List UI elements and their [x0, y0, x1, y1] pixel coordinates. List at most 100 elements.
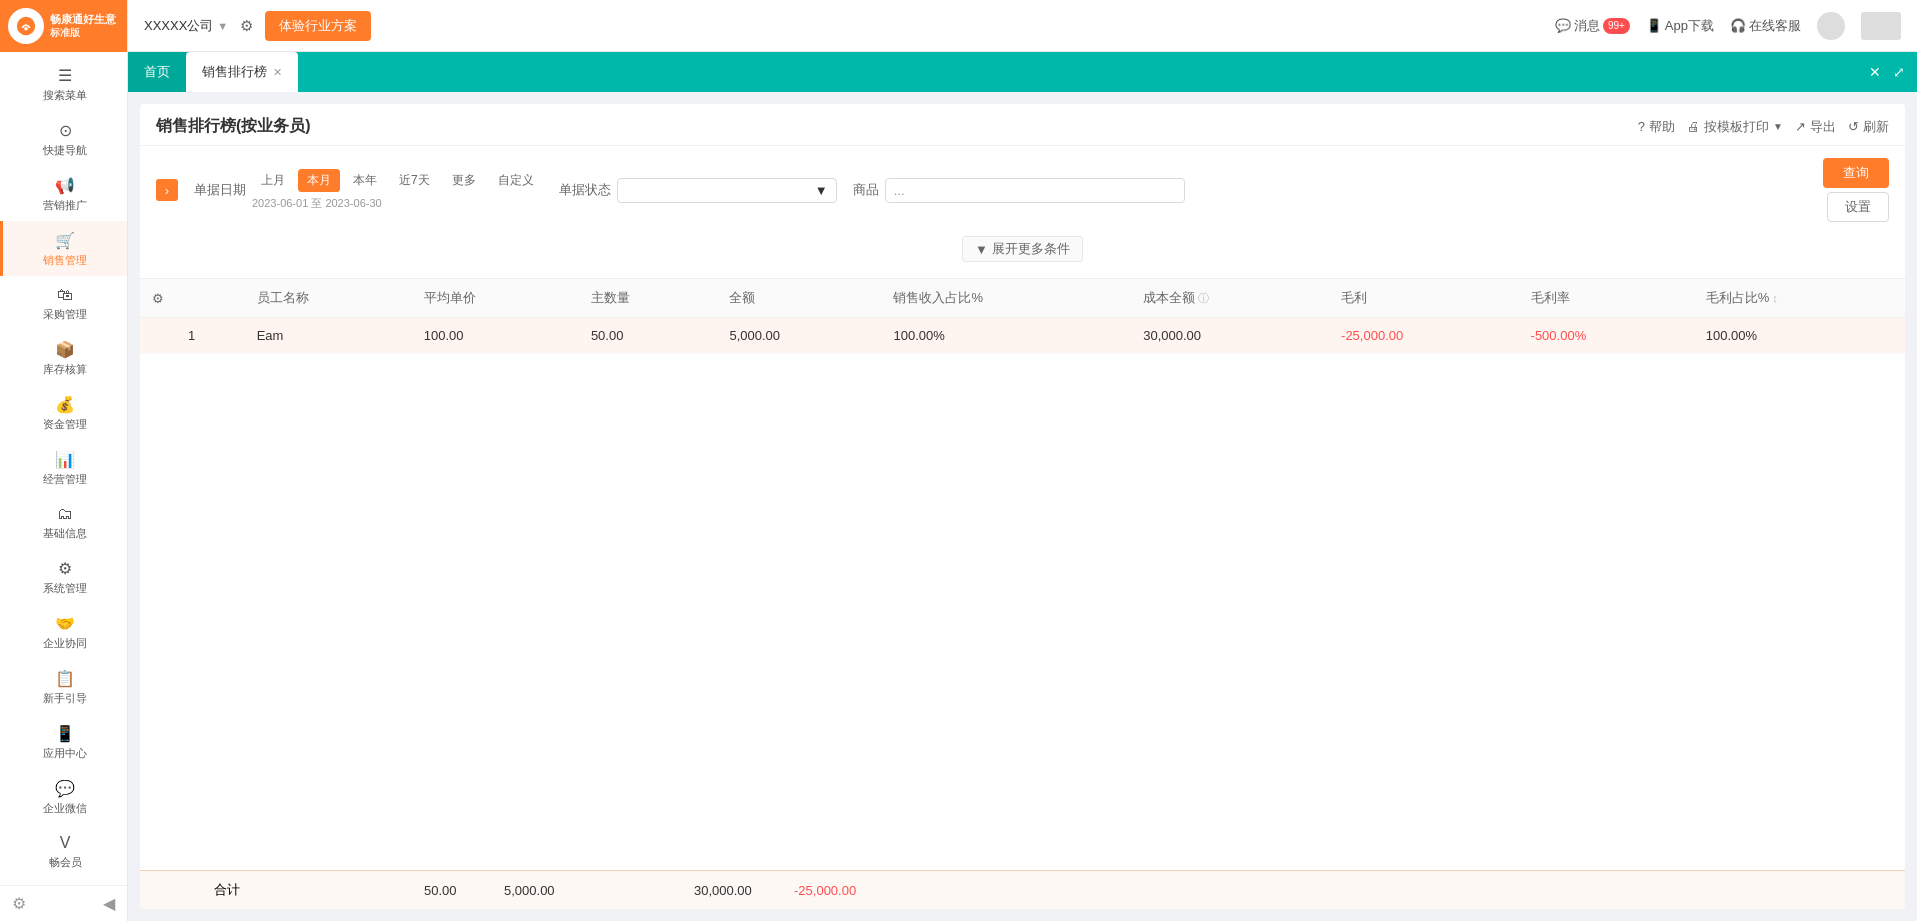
sidebar-icon-member: V: [60, 834, 71, 852]
logo-icon: [8, 8, 44, 44]
sidebar-settings-icon[interactable]: ⚙: [12, 894, 26, 913]
date-tab-more[interactable]: 更多: [443, 169, 485, 192]
filter-actions: 查询 设置: [1823, 158, 1889, 222]
app-logo: 畅康通好生意 标准版: [0, 0, 127, 52]
trial-button[interactable]: 体验行业方案: [265, 11, 371, 41]
expand-row: ▼ 展开更多条件: [156, 232, 1889, 266]
sidebar-item-shortcut[interactable]: ⊙ 快捷导航: [0, 111, 127, 166]
sidebar-icon-purchase: 🛍: [57, 286, 73, 304]
th-qty: 主数量: [579, 279, 718, 318]
sidebar-item-basic[interactable]: 🗂 基础信息: [0, 495, 127, 549]
goods-label: 商品: [853, 181, 879, 199]
sidebar-item-operations[interactable]: 📊 经营管理: [0, 440, 127, 495]
message-icon: 💬: [1555, 18, 1571, 33]
sidebar-label-member: 畅会员: [49, 855, 82, 870]
sidebar-item-guide[interactable]: 📋 新手引导: [0, 659, 127, 714]
sidebar-footer: ⚙ ◀: [0, 885, 127, 921]
status-label: 单据状态: [559, 181, 611, 199]
row-cost: 30,000.00: [1131, 318, 1329, 354]
row-gross-rate: -500.00%: [1519, 318, 1694, 354]
cost-info-icon[interactable]: ⓘ: [1198, 291, 1209, 306]
sidebar-label-appstore: 应用中心: [43, 746, 87, 761]
date-tab-custom[interactable]: 自定义: [489, 169, 543, 192]
th-gross: 毛利: [1329, 279, 1518, 318]
sidebar-item-member[interactable]: V 畅会员: [0, 824, 127, 878]
sidebar-icon-operations: 📊: [55, 450, 75, 469]
sidebar-item-marketing[interactable]: 📢 营销推广: [0, 166, 127, 221]
sidebar-item-appstore[interactable]: 📱 应用中心: [0, 714, 127, 769]
page-title: 销售排行榜(按业务员): [156, 116, 311, 137]
settings-button[interactable]: 设置: [1827, 192, 1889, 222]
tab-close-all-icon[interactable]: ✕: [1869, 64, 1881, 80]
message-button[interactable]: 💬 消息 99+: [1555, 17, 1630, 35]
status-select[interactable]: ▼: [617, 178, 837, 203]
print-button[interactable]: 🖨 按模板打印 ▼: [1687, 118, 1783, 136]
row-amount: 5,000.00: [717, 318, 881, 354]
app-download-button[interactable]: 📱 App下载: [1646, 17, 1714, 35]
topbar-right: 💬 消息 99+ 📱 App下载 🎧 在线客服: [1555, 12, 1901, 40]
date-tabs: 上月 本月 本年 近7天 更多 自定义 2023-06-01 至 2023-06…: [252, 169, 543, 211]
topbar: XXXXX公司 ▼ ⚙ 体验行业方案 💬 消息 99+ 📱 App下载 🎧 在线…: [128, 0, 1917, 52]
sidebar-icon-finance: 💰: [55, 395, 75, 414]
sidebar-icon-sales: 🛒: [55, 231, 75, 250]
search-button[interactable]: 查询: [1823, 158, 1889, 188]
sidebar-item-purchase[interactable]: 🛍 采购管理: [0, 276, 127, 330]
gross-pct-sort-icon[interactable]: ↕: [1772, 292, 1778, 304]
date-tab-this-month[interactable]: 本月: [298, 169, 340, 192]
sidebar-item-inventory[interactable]: 📦 库存核算: [0, 330, 127, 385]
goods-input[interactable]: ...: [885, 178, 1185, 203]
column-settings-icon[interactable]: ⚙: [152, 291, 164, 306]
date-tab-this-year[interactable]: 本年: [344, 169, 386, 192]
row-sales-pct: 100.00%: [881, 318, 1131, 354]
refresh-button[interactable]: ↺ 刷新: [1848, 118, 1889, 136]
page-header-actions: ? 帮助 🖨 按模板打印 ▼ ↗ 导出 ↺ 刷新: [1638, 118, 1889, 136]
sidebar-item-enterprise[interactable]: 🤝 企业协同: [0, 604, 127, 659]
date-tab-last-month[interactable]: 上月: [252, 169, 294, 192]
sidebar-label-inventory: 库存核算: [43, 362, 87, 377]
company-selector[interactable]: XXXXX公司 ▼: [144, 17, 228, 35]
date-tab-row: 上月 本月 本年 近7天 更多 自定义: [252, 169, 543, 192]
sidebar-item-search[interactable]: ☰ 搜索菜单: [0, 56, 127, 111]
tab-sales-ranking-label: 销售排行榜: [202, 63, 267, 81]
date-tab-7days[interactable]: 近7天: [390, 169, 439, 192]
sidebar-collapse-icon[interactable]: ◀: [103, 894, 115, 913]
sidebar-item-finance[interactable]: 💰 资金管理: [0, 385, 127, 440]
th-amount: 全额: [717, 279, 881, 318]
tab-close-icon[interactable]: ✕: [273, 66, 282, 79]
th-name: 员工名称: [245, 279, 412, 318]
print-chevron-icon: ▼: [1773, 121, 1783, 132]
print-icon: 🖨: [1687, 119, 1700, 134]
sidebar-item-system[interactable]: ⚙ 系统管理: [0, 549, 127, 604]
content-area: 销售排行榜(按业务员) ? 帮助 🖨 按模板打印 ▼ ↗ 导出: [128, 92, 1917, 921]
table-row: 1 Eam 100.00 50.00 5,000.00 100.00% 30,0…: [140, 318, 1905, 354]
tab-sales-ranking[interactable]: 销售排行榜 ✕: [186, 52, 298, 92]
sidebar-item-sales[interactable]: 🛒 销售管理: [0, 221, 127, 276]
export-icon: ↗: [1795, 119, 1806, 134]
footer-cost: 30,000.00: [694, 883, 794, 898]
sidebar-label-sales: 销售管理: [43, 253, 87, 268]
gross-pct-label: 毛利占比%: [1706, 289, 1770, 307]
sidebar-label-marketing: 营销推广: [43, 198, 87, 213]
sidebar-icon-marketing: 📢: [55, 176, 75, 195]
tab-home[interactable]: 首页: [128, 52, 186, 92]
sidebar-item-wechat[interactable]: 💬 企业微信: [0, 769, 127, 824]
sidebar-label-enterprise: 企业协同: [43, 636, 87, 651]
filter-expand-icon[interactable]: ›: [156, 179, 178, 201]
sidebar-nav: ☰ 搜索菜单 ⊙ 快捷导航 📢 营销推广 🛒 销售管理 🛍 采购管理 📦 库存核…: [0, 52, 127, 885]
expand-more-button[interactable]: ▼ 展开更多条件: [962, 236, 1083, 262]
sidebar-label-basic: 基础信息: [43, 526, 87, 541]
th-index: [176, 279, 245, 318]
export-button[interactable]: ↗ 导出: [1795, 118, 1836, 136]
online-service-button[interactable]: 🎧 在线客服: [1730, 17, 1801, 35]
row-name: Eam: [245, 318, 412, 354]
th-gross-rate: 毛利率: [1519, 279, 1694, 318]
help-button[interactable]: ? 帮助: [1638, 118, 1675, 136]
app-name: 畅康通好生意: [50, 12, 116, 26]
company-settings-icon[interactable]: ⚙: [240, 17, 253, 35]
filter-area: › 单据日期 上月 本月 本年 近7天 更多 自定义: [140, 146, 1905, 279]
user-name-area[interactable]: [1861, 12, 1901, 40]
table-body: 1 Eam 100.00 50.00 5,000.00 100.00% 30,0…: [140, 318, 1905, 354]
tab-expand-icon[interactable]: ⤢: [1893, 64, 1905, 80]
user-avatar[interactable]: [1817, 12, 1845, 40]
sidebar-label-guide: 新手引导: [43, 691, 87, 706]
